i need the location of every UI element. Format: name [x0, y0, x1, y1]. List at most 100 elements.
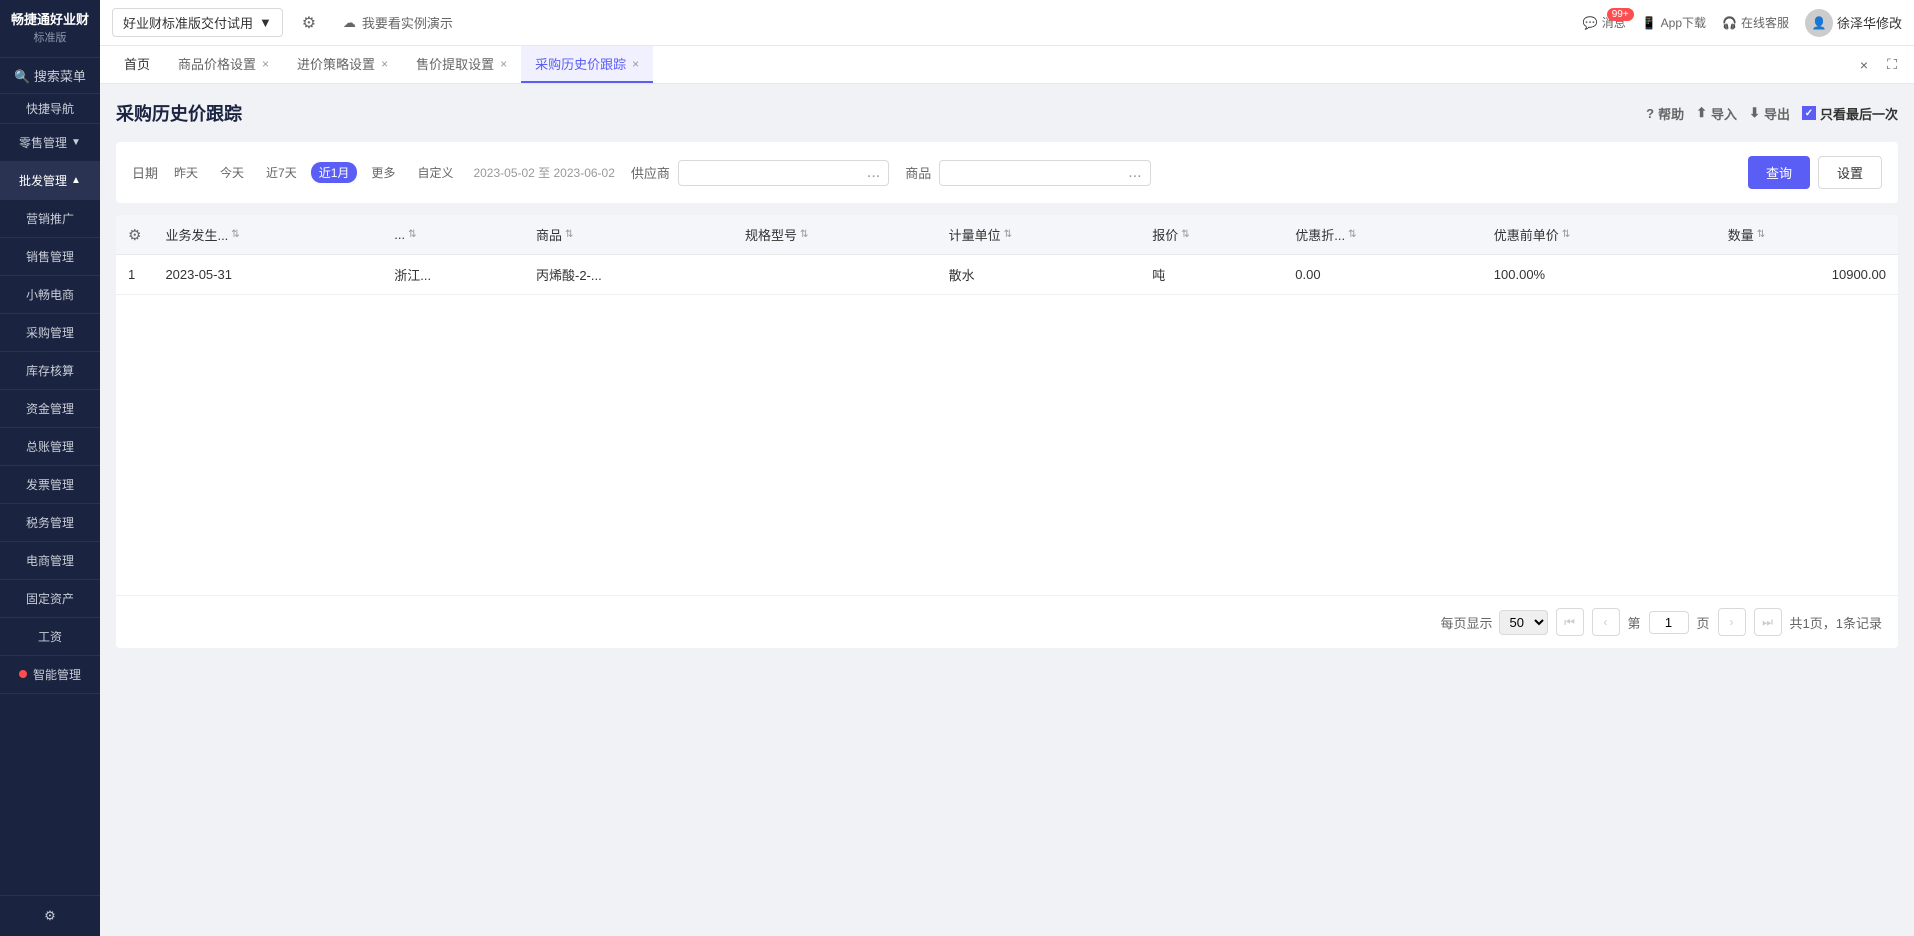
checkbox: ✓	[1802, 106, 1816, 120]
tab-price-extract[interactable]: 售价提取设置 ×	[402, 46, 521, 83]
cloud-icon: ☁	[343, 15, 356, 31]
topbar-settings-button[interactable]: ⚙	[295, 9, 323, 37]
sidebar-item-label: 零售管理	[19, 134, 67, 151]
date-btn-1month[interactable]: 近1月	[311, 162, 358, 183]
online-service-button[interactable]: 🎧 在线客服	[1722, 14, 1789, 31]
supplier-filter: 供应商 ...	[631, 160, 889, 186]
settings-button[interactable]: 设置	[1818, 156, 1882, 189]
product-input[interactable]	[948, 165, 1124, 180]
close-tab-button[interactable]: ×	[1852, 53, 1876, 77]
sidebar: 畅捷通好业财 标准版 🔍 搜索菜单 快捷导航 零售管理 ▼ 批发管理 ▲ 营销推…	[0, 0, 100, 936]
date-range-text: 2023-05-02 至 2023-06-02	[473, 164, 614, 181]
version-selector[interactable]: 好业财标准版交付试用 ▼	[112, 8, 283, 37]
import-button[interactable]: ⬆ 导入	[1696, 104, 1737, 123]
sidebar-settings[interactable]: ⚙	[0, 895, 100, 936]
sidebar-item-salary[interactable]: 工资	[0, 618, 100, 656]
export-label: 导出	[1764, 104, 1790, 123]
sidebar-item-label: 快捷导航	[26, 102, 74, 116]
sort-icon: ⇅	[408, 229, 416, 240]
date-btn-7days[interactable]: 近7天	[258, 162, 305, 183]
cell-no: 1	[116, 255, 153, 295]
help-button[interactable]: ? 帮助	[1646, 104, 1684, 123]
demo-button[interactable]: ☁ 我要看实例演示	[343, 13, 453, 32]
sidebar-item-label: 总账管理	[26, 438, 74, 455]
tab-cost-strategy[interactable]: 进价策略设置 ×	[283, 46, 402, 83]
page-content: 采购历史价跟踪 ? 帮助 ⬆ 导入 ⬇ 导出 ✓ 只	[100, 84, 1914, 936]
user-menu[interactable]: 👤 徐泽华修改	[1805, 9, 1902, 37]
page-size-select[interactable]: 50	[1499, 610, 1548, 635]
maximize-tab-button[interactable]: ⛶	[1880, 53, 1904, 77]
tab-home[interactable]: 首页	[110, 46, 164, 83]
sidebar-item-retail[interactable]: 零售管理 ▼	[0, 124, 100, 162]
version-label: 好业财标准版交付试用	[123, 13, 253, 32]
sidebar-item-inventory[interactable]: 库存核算	[0, 352, 100, 390]
sidebar-item-purchase[interactable]: 采购管理	[0, 314, 100, 352]
date-btn-more[interactable]: 更多	[363, 162, 403, 183]
date-btn-custom[interactable]: 自定义	[409, 162, 461, 183]
first-page-button[interactable]: ⏮	[1556, 608, 1584, 636]
cell-spec	[733, 255, 937, 295]
sidebar-item-quick-nav[interactable]: 快捷导航	[0, 94, 100, 124]
sidebar-item-ledger[interactable]: 总账管理	[0, 428, 100, 466]
last-page-button[interactable]: ⏭	[1754, 608, 1782, 636]
product-dots-button[interactable]: ...	[1128, 164, 1141, 182]
export-button[interactable]: ⬇ 导出	[1749, 104, 1790, 123]
supplier-input[interactable]	[687, 165, 863, 180]
close-icon[interactable]: ×	[262, 57, 269, 71]
supplier-dots-button[interactable]: ...	[867, 164, 880, 182]
th-sort-discount[interactable]: 优惠折... ⇅	[1295, 225, 1470, 244]
sidebar-item-search[interactable]: 🔍 搜索菜单	[0, 58, 100, 94]
close-icon[interactable]: ×	[381, 57, 388, 71]
sidebar-item-sales[interactable]: 销售管理	[0, 238, 100, 276]
sidebar-item-assets[interactable]: 固定资产	[0, 580, 100, 618]
th-sort-spec[interactable]: 规格型号 ⇅	[745, 225, 925, 244]
sidebar-item-label: 固定资产	[26, 590, 74, 607]
topbar: 好业财标准版交付试用 ▼ ⚙ ☁ 我要看实例演示 💬 消息 99+ 📱 App下…	[100, 0, 1914, 46]
sidebar-item-invoice[interactable]: 发票管理	[0, 466, 100, 504]
sidebar-item-label: 批发管理	[19, 172, 67, 189]
sort-icon: ⇅	[231, 229, 239, 240]
sidebar-item-funds[interactable]: 资金管理	[0, 390, 100, 428]
date-btn-today[interactable]: 今天	[212, 162, 252, 183]
th-price: 报价 ⇅	[1140, 215, 1283, 255]
th-sort-pre-discount[interactable]: 优惠前单价 ⇅	[1494, 225, 1704, 244]
table-header-row: ⚙ 业务发生... ⇅ ... ⇅	[116, 215, 1898, 255]
app-edition: 标准版	[8, 29, 92, 45]
th-sort-product[interactable]: 商品 ⇅	[536, 225, 721, 244]
th-sort-unit[interactable]: 计量单位 ⇅	[949, 225, 1129, 244]
tab-price-settings[interactable]: 商品价格设置 ×	[164, 46, 283, 83]
messages-button[interactable]: 💬 消息 99+	[1583, 14, 1626, 31]
query-button[interactable]: 查询	[1748, 156, 1810, 189]
sidebar-item-ecommerce[interactable]: 电商管理	[0, 542, 100, 580]
th-label: 计量单位	[949, 225, 1001, 244]
sidebar-item-label: 智能管理	[33, 666, 81, 683]
pagination: 每页显示 50 ⏮ ‹ 第 页 › ⏭ 共1页，1条记录	[116, 595, 1898, 648]
th-label: 优惠前单价	[1494, 225, 1559, 244]
date-btn-yesterday[interactable]: 昨天	[166, 162, 206, 183]
sidebar-item-wholesale[interactable]: 批发管理 ▲	[0, 162, 100, 200]
sidebar-item-label: 搜索菜单	[34, 69, 86, 84]
page-suffix: 页	[1697, 613, 1710, 632]
app-name: 畅捷通好业财	[8, 12, 92, 29]
sidebar-item-ecommerce-small[interactable]: 小畅电商	[0, 276, 100, 314]
sidebar-item-marketing[interactable]: 营销推广	[0, 200, 100, 238]
th-sort-quantity[interactable]: 数量 ⇅	[1728, 225, 1886, 244]
app-download-button[interactable]: 📱 App下载	[1642, 14, 1706, 31]
th-sort-more1[interactable]: ... ⇅	[394, 227, 512, 242]
sidebar-item-ai[interactable]: 智能管理	[0, 656, 100, 694]
gear-icon[interactable]: ⚙	[128, 227, 141, 244]
page-title-text: 采购历史价跟踪	[116, 100, 242, 126]
prev-page-button[interactable]: ‹	[1592, 608, 1620, 636]
sidebar-item-tax[interactable]: 税务管理	[0, 504, 100, 542]
page-input[interactable]	[1649, 611, 1689, 634]
tab-purchase-history[interactable]: 采购历史价跟踪 ×	[521, 46, 653, 83]
th-sort-biz-date[interactable]: 业务发生... ⇅	[165, 225, 370, 244]
supplier-label: 供应商	[631, 163, 670, 182]
next-page-button[interactable]: ›	[1718, 608, 1746, 636]
product-input-wrap: ...	[939, 160, 1150, 186]
close-icon[interactable]: ×	[632, 57, 639, 71]
close-icon[interactable]: ×	[500, 57, 507, 71]
only-last-checkbox[interactable]: ✓ 只看最后一次	[1802, 104, 1898, 123]
cell-discount: 100.00%	[1482, 255, 1716, 295]
th-sort-price[interactable]: 报价 ⇅	[1152, 225, 1271, 244]
